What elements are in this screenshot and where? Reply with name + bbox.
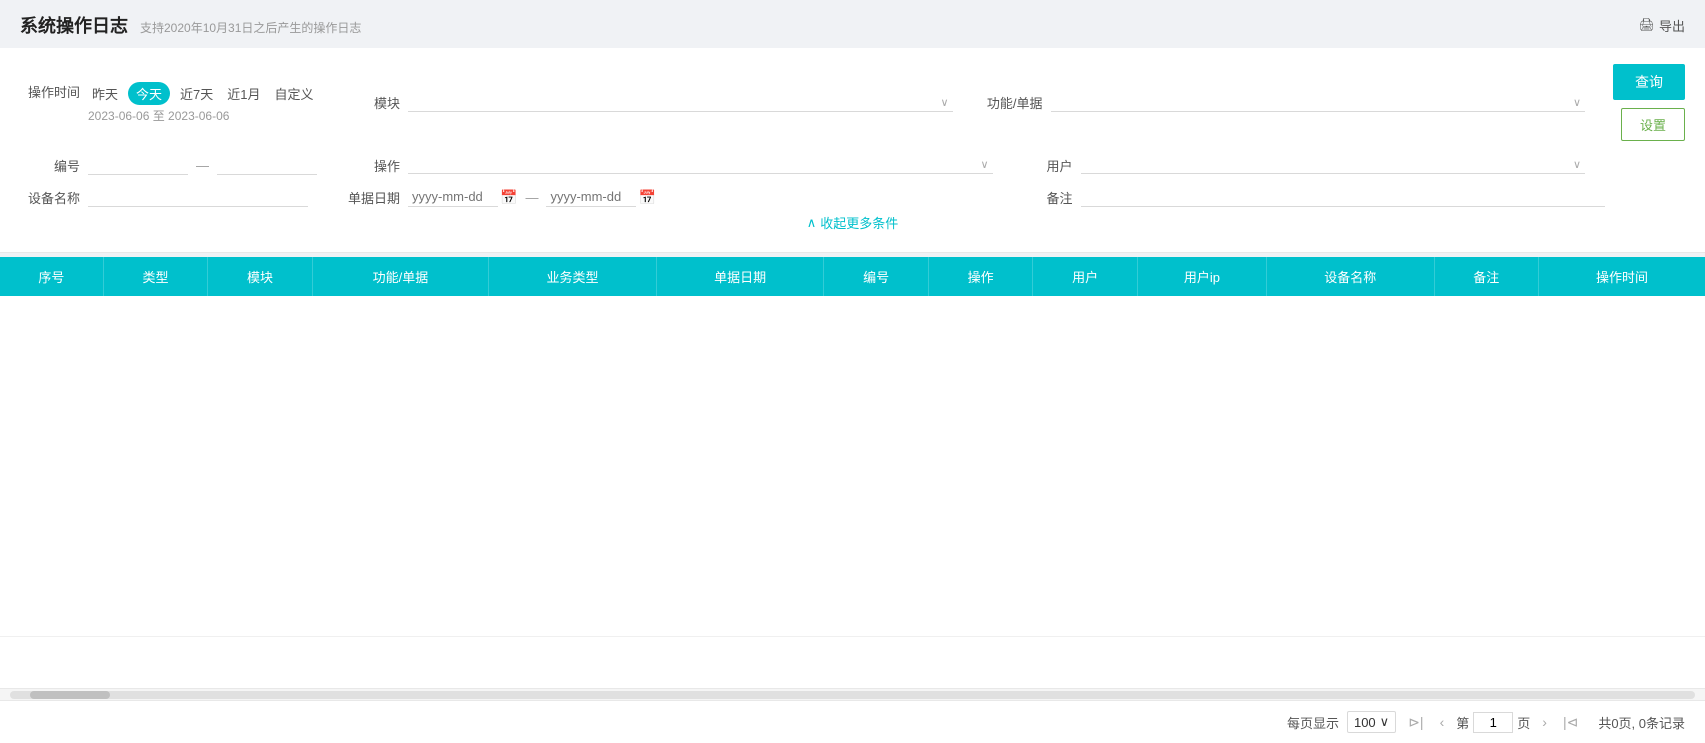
col-op: 操作 — [928, 257, 1032, 296]
page-size-value: 100 — [1354, 715, 1376, 730]
filter-row-2: 编号 — 操作 ∨ 用户 ∨ — [20, 155, 1685, 175]
page-suffix: 页 — [1517, 713, 1530, 732]
first-page-button[interactable]: ⊳| — [1404, 712, 1427, 733]
user-dropdown[interactable]: ∨ — [1081, 156, 1586, 174]
collapse-label: 收起更多条件 — [820, 213, 898, 232]
func-dropdown[interactable]: ∨ — [1051, 94, 1586, 112]
code-to-input[interactable] — [217, 155, 317, 175]
op-time-label: 操作时间 — [20, 82, 80, 101]
col-type: 类型 — [103, 257, 207, 296]
prev-page-button[interactable]: ‹ — [1436, 712, 1449, 732]
date-dash: — — [525, 190, 538, 205]
op-dropdown-arrow: ∨ — [980, 158, 988, 171]
func-dropdown-arrow: ∨ — [1573, 96, 1581, 109]
remark-input[interactable] — [1081, 187, 1606, 207]
col-doc-date: 单据日期 — [656, 257, 824, 296]
calendar-from-icon[interactable]: 📅 — [500, 189, 517, 206]
calendar-to-icon[interactable]: 📅 — [638, 189, 655, 206]
date-from-input[interactable] — [408, 187, 498, 207]
module-block: 模块 ∨ — [340, 93, 973, 112]
filter-row-3: 设备名称 单据日期 📅 — 📅 备注 — [20, 187, 1685, 207]
module-label: 模块 — [340, 93, 400, 112]
export-label: 导出 — [1659, 16, 1685, 35]
page-number-input[interactable] — [1473, 712, 1513, 733]
scrollbar-area[interactable] — [0, 688, 1705, 700]
filter-area: 操作时间 昨天 今天 近7天 近1月 自定义 2023-06-06 至 2023… — [0, 48, 1705, 253]
op-label: 操作 — [340, 156, 400, 175]
module-dropdown[interactable]: ∨ — [408, 94, 953, 112]
device-input[interactable] — [88, 187, 308, 207]
page-input-wrap: 第 页 — [1456, 712, 1530, 733]
table-wrapper: 序号 类型 模块 功能/单据 业务类型 单据日期 编号 操作 用户 用户ip 设… — [0, 257, 1705, 688]
empty-row — [0, 296, 1705, 636]
time-btn-7days[interactable]: 近7天 — [176, 82, 217, 105]
table-header: 序号 类型 模块 功能/单据 业务类型 单据日期 编号 操作 用户 用户ip 设… — [0, 257, 1705, 296]
device-label: 设备名称 — [20, 188, 80, 207]
scrollbar-track — [10, 691, 1695, 699]
time-range-display: 2023-06-06 至 2023-06-06 — [88, 107, 318, 124]
collapse-row: ∧ 收起更多条件 — [20, 207, 1685, 242]
device-block: 设备名称 — [20, 187, 340, 207]
export-icon: 🖨 — [1638, 17, 1655, 33]
date-to-input[interactable] — [546, 187, 636, 207]
date-label: 单据日期 — [340, 188, 400, 207]
col-biz-type: 业务类型 — [489, 257, 657, 296]
code-label: 编号 — [20, 156, 80, 175]
user-dropdown-arrow: ∨ — [1573, 158, 1581, 171]
empty-cell — [0, 296, 1705, 636]
time-btn-custom[interactable]: 自定义 — [271, 82, 318, 105]
col-user-ip: 用户ip — [1137, 257, 1266, 296]
table-body — [0, 296, 1705, 636]
page-header: 系统操作日志 支持2020年10月31日之后产生的操作日志 🖨 导出 — [0, 0, 1705, 48]
date-block: 单据日期 📅 — 📅 — [340, 187, 1013, 207]
data-table: 序号 类型 模块 功能/单据 业务类型 单据日期 编号 操作 用户 用户ip 设… — [0, 257, 1705, 637]
page-size-arrow: ∨ — [1380, 714, 1390, 730]
op-dropdown[interactable]: ∨ — [408, 156, 993, 174]
remark-block: 备注 — [1013, 187, 1686, 207]
collapse-button[interactable]: ∧ 收起更多条件 — [807, 213, 899, 232]
collapse-up-icon: ∧ — [807, 215, 817, 231]
export-button[interactable]: 🖨 导出 — [1638, 16, 1685, 35]
page-label: 第 — [1456, 713, 1469, 732]
code-block: 编号 — — [20, 155, 340, 175]
col-module: 模块 — [208, 257, 312, 296]
op-time-block: 操作时间 昨天 今天 近7天 近1月 自定义 2023-06-06 至 2023… — [20, 82, 340, 124]
per-page-label: 每页显示 — [1287, 713, 1339, 732]
code-from-input[interactable] — [88, 155, 188, 175]
remark-label: 备注 — [1013, 188, 1073, 207]
col-op-time: 操作时间 — [1539, 257, 1705, 296]
page-subtitle: 支持2020年10月31日之后产生的操作日志 — [140, 19, 361, 36]
col-index: 序号 — [0, 257, 103, 296]
page-title: 系统操作日志 — [20, 12, 128, 38]
col-remark: 备注 — [1434, 257, 1538, 296]
col-device: 设备名称 — [1266, 257, 1434, 296]
time-btn-yesterday[interactable]: 昨天 — [88, 82, 122, 105]
col-code: 编号 — [824, 257, 928, 296]
func-block: 功能/单据 ∨ — [973, 93, 1606, 112]
code-dash: — — [196, 158, 209, 173]
next-page-button[interactable]: › — [1538, 712, 1551, 732]
col-func: 功能/单据 — [312, 257, 488, 296]
page-total: 共0页, 0条记录 — [1598, 713, 1685, 732]
page-size-select[interactable]: 100 ∨ — [1347, 711, 1396, 733]
action-buttons: 查询 设置 — [1605, 64, 1685, 141]
user-block: 用户 ∨ — [1013, 156, 1686, 175]
scrollbar-thumb[interactable] — [30, 691, 110, 699]
time-btn-today[interactable]: 今天 — [128, 82, 170, 105]
settings-button[interactable]: 设置 — [1621, 108, 1685, 141]
func-label: 功能/单据 — [973, 93, 1043, 112]
op-block: 操作 ∨ — [340, 156, 1013, 175]
col-user: 用户 — [1033, 257, 1137, 296]
user-label: 用户 — [1013, 156, 1073, 175]
last-page-button[interactable]: |⊲ — [1559, 712, 1582, 733]
pagination-bar: 每页显示 100 ∨ ⊳| ‹ 第 页 › |⊲ 共0页, 0条记录 — [0, 700, 1705, 743]
module-dropdown-arrow: ∨ — [940, 96, 948, 109]
query-button[interactable]: 查询 — [1613, 64, 1685, 100]
time-btn-1month[interactable]: 近1月 — [223, 82, 264, 105]
